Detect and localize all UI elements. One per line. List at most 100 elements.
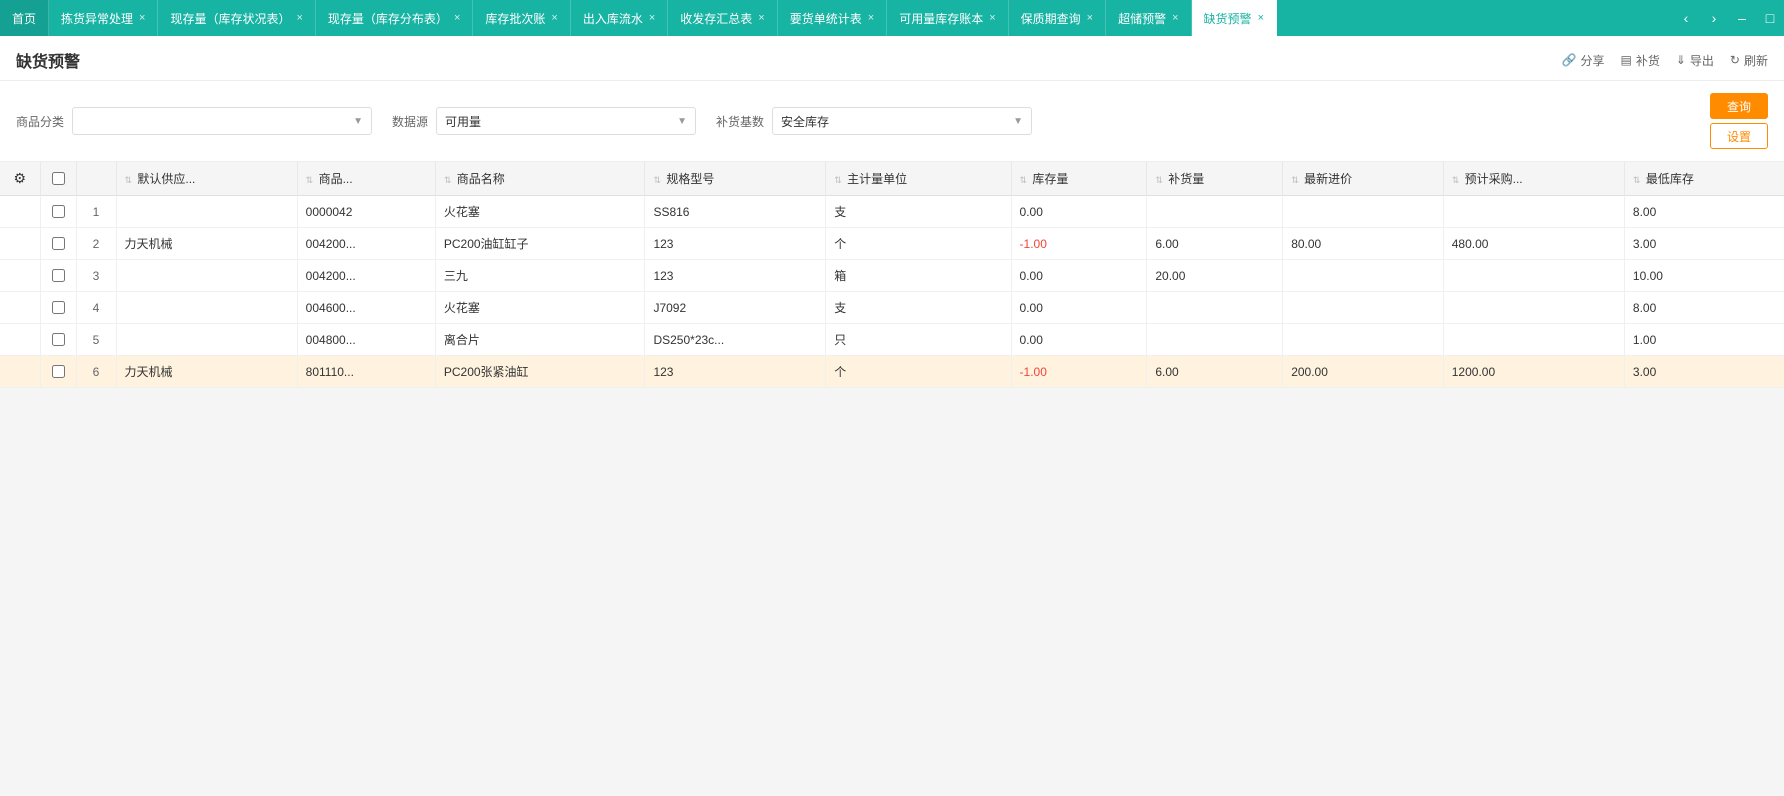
td-estimated-purchase	[1443, 292, 1624, 324]
td-unit: 支	[826, 196, 1011, 228]
row-checkbox[interactable]	[52, 269, 65, 282]
td-latest-price	[1283, 260, 1444, 292]
row-checkbox[interactable]	[52, 365, 65, 378]
td-num: 1	[76, 196, 116, 228]
td-settings	[0, 292, 40, 324]
row-checkbox[interactable]	[52, 333, 65, 346]
td-num: 6	[76, 356, 116, 388]
filter-bar: 商品分类 ▼ 数据源 可用量 ▼ 补货基数 安全库存 ▼ 查询 设置	[0, 81, 1784, 162]
tab-home[interactable]: 首页	[0, 0, 49, 36]
td-code: 004200...	[297, 260, 435, 292]
tab-maximize[interactable]: □	[1756, 10, 1784, 26]
settings-button[interactable]: 设置	[1710, 123, 1768, 149]
td-supplier	[116, 292, 297, 324]
th-settings[interactable]: ⚙	[0, 162, 40, 196]
tab-requisition[interactable]: 要货单统计表 ×	[778, 0, 887, 36]
tab-close-picking[interactable]: ×	[139, 12, 145, 24]
tab-close-shortage[interactable]: ×	[1258, 12, 1264, 24]
tab-close-inventory-dist[interactable]: ×	[454, 12, 460, 24]
tab-close-batch[interactable]: ×	[551, 12, 557, 24]
gear-icon: ⚙	[13, 170, 26, 186]
table-row: 4 004600... 火花塞 J7092 支 0.00 8.00	[0, 292, 1784, 324]
td-replenish	[1147, 324, 1283, 356]
share-button[interactable]: 🔗 分享	[1562, 52, 1605, 69]
th-latest-price[interactable]: ⇅ 最新进价	[1283, 162, 1444, 196]
td-unit: 支	[826, 292, 1011, 324]
table-body: 1 0000042 火花塞 SS816 支 0.00 8.00 2 力天机械 0…	[0, 196, 1784, 388]
th-replenish[interactable]: ⇅ 补货量	[1147, 162, 1283, 196]
sort-stock-icon: ⇅	[1020, 175, 1028, 185]
td-replenish	[1147, 196, 1283, 228]
th-name[interactable]: ⇅ 商品名称	[435, 162, 645, 196]
th-estimated-purchase[interactable]: ⇅ 预计采购...	[1443, 162, 1624, 196]
header-actions: 🔗 分享 ▤ 补货 ⇓ 导出 ↻ 刷新	[1562, 52, 1768, 69]
td-check	[40, 356, 76, 388]
tab-shortage[interactable]: 缺货预警 ×	[1192, 0, 1277, 36]
tab-close-requisition[interactable]: ×	[868, 12, 874, 24]
td-name: PC200油缸缸子	[435, 228, 645, 260]
export-button[interactable]: ⇓ 导出	[1676, 52, 1714, 69]
sort-code-icon: ⇅	[306, 175, 314, 185]
td-stock: 0.00	[1011, 324, 1147, 356]
td-latest-price	[1283, 196, 1444, 228]
replenish-button[interactable]: ▤ 补货	[1620, 52, 1659, 69]
datasource-select[interactable]: 可用量 ▼	[436, 107, 696, 135]
td-latest-price	[1283, 324, 1444, 356]
tab-close-expiry[interactable]: ×	[1087, 12, 1093, 24]
datasource-chevron-icon: ▼	[677, 116, 687, 127]
replenish-base-select[interactable]: 安全库存 ▼	[772, 107, 1032, 135]
table-row: 2 力天机械 004200... PC200油缸缸子 123 个 -1.00 6…	[0, 228, 1784, 260]
sort-min-stock-icon: ⇅	[1633, 175, 1641, 185]
tab-expiry[interactable]: 保质期查询 ×	[1009, 0, 1106, 36]
table-row: 3 004200... 三九 123 箱 0.00 20.00 10.00	[0, 260, 1784, 292]
td-replenish: 6.00	[1147, 228, 1283, 260]
th-code[interactable]: ⇅ 商品...	[297, 162, 435, 196]
th-stock[interactable]: ⇅ 库存量	[1011, 162, 1147, 196]
tab-close-overstock[interactable]: ×	[1172, 12, 1178, 24]
th-spec[interactable]: ⇅ 规格型号	[645, 162, 826, 196]
td-check	[40, 228, 76, 260]
tab-inventory-dist[interactable]: 现存量（库存分布表） ×	[316, 0, 473, 36]
td-name: PC200张紧油缸	[435, 356, 645, 388]
tab-close-flow[interactable]: ×	[649, 12, 655, 24]
tab-close-available-ledger[interactable]: ×	[989, 12, 995, 24]
td-name: 离合片	[435, 324, 645, 356]
page-header: 缺货预警 🔗 分享 ▤ 补货 ⇓ 导出 ↻ 刷新	[0, 36, 1784, 81]
td-estimated-purchase	[1443, 260, 1624, 292]
tab-picking[interactable]: 拣货异常处理 ×	[49, 0, 158, 36]
tab-summary[interactable]: 收发存汇总表 ×	[668, 0, 777, 36]
sort-estimated-purchase-icon: ⇅	[1452, 175, 1460, 185]
td-check	[40, 324, 76, 356]
td-code: 801110...	[297, 356, 435, 388]
th-min-stock[interactable]: ⇅ 最低库存	[1624, 162, 1784, 196]
sort-spec-icon: ⇅	[653, 175, 661, 185]
td-min-stock: 8.00	[1624, 196, 1784, 228]
replenish-base-filter-group: 补货基数 安全库存 ▼	[716, 107, 1032, 135]
tab-inventory-status[interactable]: 现存量（库存状况表） ×	[158, 0, 315, 36]
category-select[interactable]: ▼	[72, 107, 372, 135]
tab-available-ledger[interactable]: 可用量库存账本 ×	[887, 0, 1008, 36]
td-name: 三九	[435, 260, 645, 292]
td-supplier: 力天机械	[116, 228, 297, 260]
td-estimated-purchase	[1443, 324, 1624, 356]
tab-close-inventory-status[interactable]: ×	[296, 12, 302, 24]
th-unit[interactable]: ⇅ 主计量单位	[826, 162, 1011, 196]
td-supplier: 力天机械	[116, 356, 297, 388]
select-all-checkbox[interactable]	[52, 172, 65, 185]
refresh-button[interactable]: ↻ 刷新	[1730, 52, 1768, 69]
row-checkbox[interactable]	[52, 301, 65, 314]
th-num	[76, 162, 116, 196]
td-latest-price: 80.00	[1283, 228, 1444, 260]
tab-close-summary[interactable]: ×	[758, 12, 764, 24]
tab-batch[interactable]: 库存批次账 ×	[473, 0, 570, 36]
row-checkbox[interactable]	[52, 237, 65, 250]
tab-nav-prev[interactable]: ‹	[1672, 10, 1700, 26]
td-stock: 0.00	[1011, 196, 1147, 228]
query-button[interactable]: 查询	[1710, 93, 1768, 119]
th-supplier[interactable]: ⇅ 默认供应...	[116, 162, 297, 196]
row-checkbox[interactable]	[52, 205, 65, 218]
tab-overstock[interactable]: 超储预警 ×	[1106, 0, 1191, 36]
tab-minimize[interactable]: ‒	[1728, 10, 1756, 26]
tab-flow[interactable]: 出入库流水 ×	[571, 0, 668, 36]
tab-nav-next[interactable]: ›	[1700, 10, 1728, 26]
